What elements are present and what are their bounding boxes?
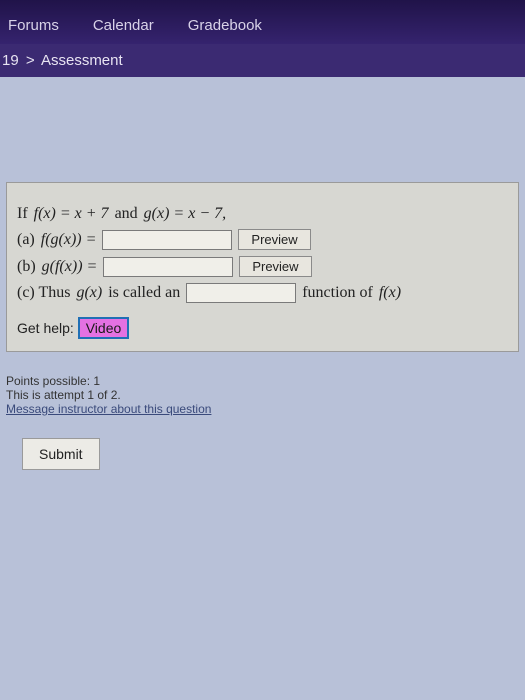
get-help-label: Get help: — [17, 320, 74, 336]
part-a-row: (a) f(g(x)) = Preview — [17, 229, 508, 250]
question-intro: If f(x) = x + 7 and g(x) = x − 7, — [17, 205, 508, 223]
part-a-label: (a) — [17, 231, 35, 249]
question-footer: Points possible: 1 This is attempt 1 of … — [6, 374, 519, 416]
preview-button-b[interactable]: Preview — [239, 256, 311, 277]
part-c-row: (c) Thus g(x) is called an function of f… — [17, 283, 508, 303]
video-link[interactable]: Video — [78, 317, 130, 339]
part-c-fx: f(x) — [379, 284, 401, 302]
nav-tab-gradebook[interactable]: Gradebook — [182, 17, 268, 36]
intro-prefix: If — [17, 205, 28, 223]
part-b-row: (b) g(f(x)) = Preview — [17, 256, 508, 277]
breadcrumb: 19 > Assessment — [0, 44, 525, 77]
part-c-label: (c) Thus — [17, 284, 70, 302]
attempt-info: This is attempt 1 of 2. — [6, 388, 519, 402]
part-c-after: is called an — [108, 284, 180, 302]
nav-tab-forums[interactable]: Forums — [2, 17, 65, 36]
g-definition: g(x) = x − 7, — [144, 205, 226, 223]
get-help-row: Get help: Video — [17, 317, 508, 339]
part-c-gx: g(x) — [76, 284, 102, 302]
intro-joiner: and — [115, 205, 138, 223]
part-b-input[interactable] — [103, 257, 233, 277]
part-b-expression: g(f(x)) = — [42, 258, 98, 276]
part-c-input[interactable] — [186, 283, 296, 303]
breadcrumb-page: Assessment — [41, 52, 123, 69]
message-instructor-link[interactable]: Message instructor about this question — [6, 402, 211, 416]
part-a-expression: f(g(x)) = — [41, 231, 97, 249]
nav-tab-calendar[interactable]: Calendar — [87, 17, 160, 36]
part-b-label: (b) — [17, 258, 36, 276]
part-a-input[interactable] — [102, 230, 232, 250]
f-definition: f(x) = x + 7 — [34, 205, 109, 223]
breadcrumb-separator: > — [26, 52, 35, 69]
part-c-tail: function of — [302, 284, 373, 302]
points-possible: Points possible: 1 — [6, 374, 519, 388]
question-box: If f(x) = x + 7 and g(x) = x − 7, (a) f(… — [6, 182, 519, 352]
breadcrumb-course[interactable]: 19 — [2, 52, 19, 69]
submit-button[interactable]: Submit — [22, 438, 100, 470]
top-nav: Forums Calendar Gradebook — [0, 0, 525, 44]
preview-button-a[interactable]: Preview — [238, 229, 310, 250]
